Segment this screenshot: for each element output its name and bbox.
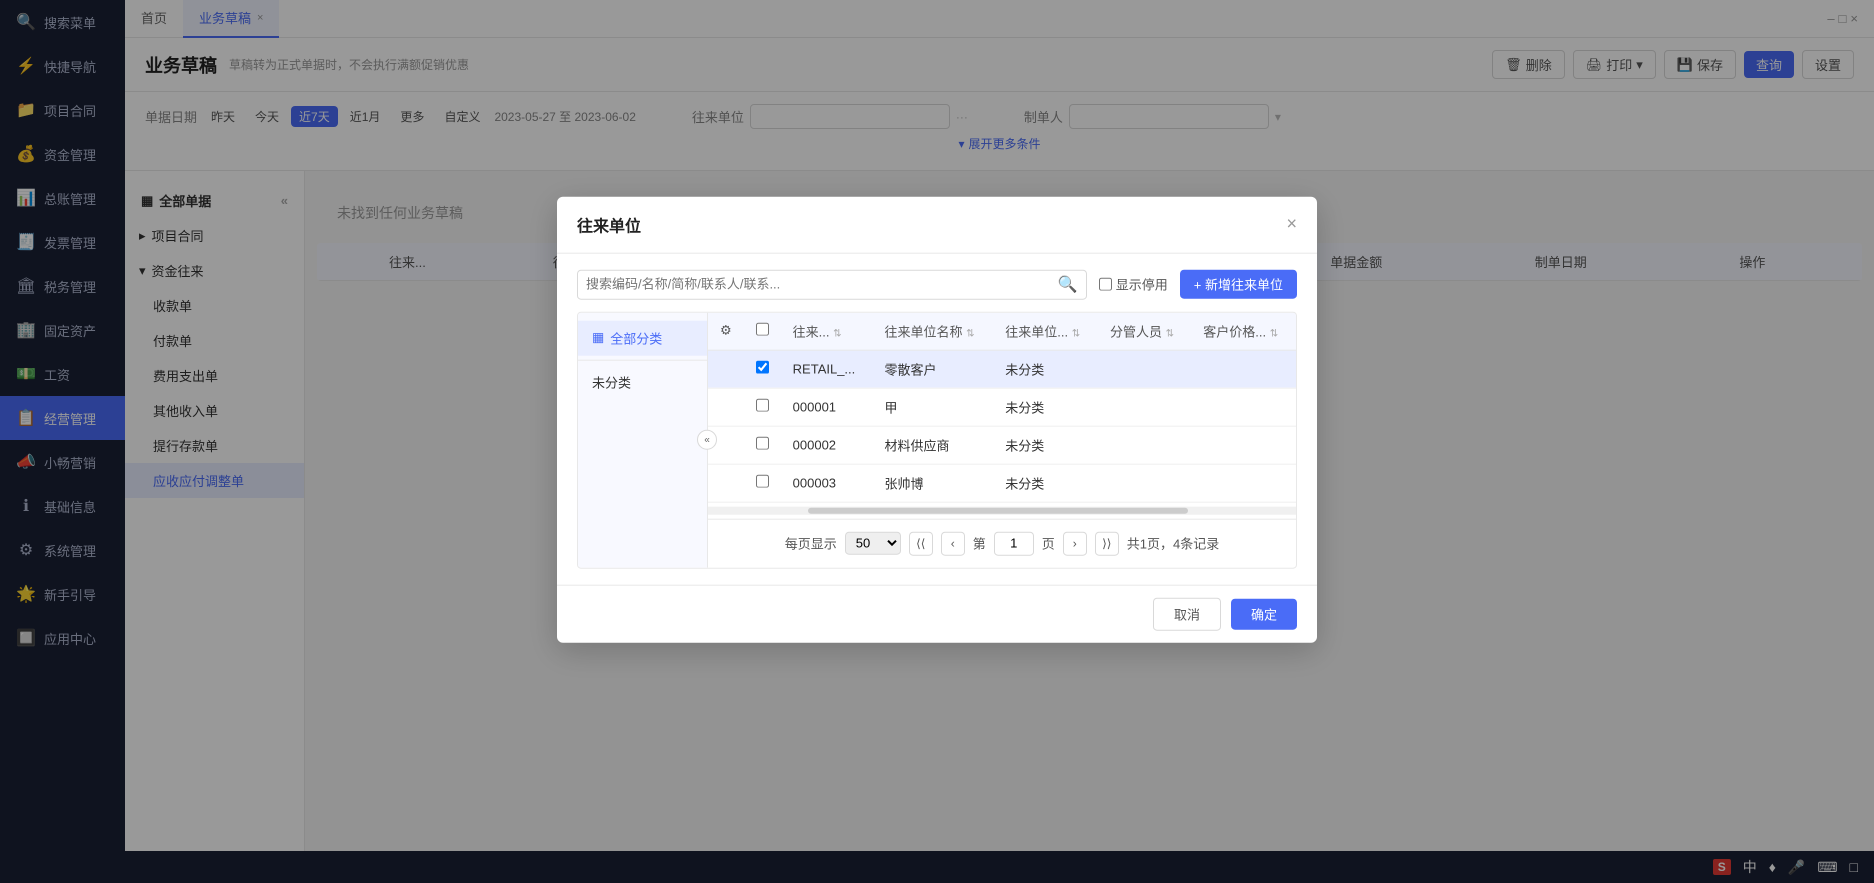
col-price: 客户价格... ⇅: [1191, 312, 1296, 350]
cell-category: 未分类: [993, 464, 1098, 502]
cell-price: [1191, 350, 1296, 388]
cell-category: 未分类: [993, 426, 1098, 464]
page-label: 第: [973, 534, 986, 553]
cell-price: [1191, 426, 1296, 464]
table-row[interactable]: 000002 材料供应商 未分类: [708, 426, 1296, 464]
modal-content-area: ▦ 全部分类 未分类 « ⚙ 往来... ⇅ 往: [577, 311, 1297, 568]
per-page-select[interactable]: 50 100: [845, 532, 901, 555]
modal-title: 往来单位: [577, 212, 641, 236]
cell-code: 000001: [781, 388, 873, 426]
category-all[interactable]: ▦ 全部分类: [578, 320, 707, 355]
scrollbar-thumb: [808, 507, 1188, 513]
table-row[interactable]: RETAIL_... 零散客户 未分类: [708, 350, 1296, 388]
search-icon: 🔍: [1058, 274, 1078, 294]
col-name: 往来单位名称 ⇅: [872, 312, 993, 350]
add-partner-button[interactable]: + 新增往来单位: [1180, 270, 1297, 299]
cell-name: 甲: [872, 388, 993, 426]
next-page-button[interactable]: ›: [1063, 531, 1087, 555]
cell-code: RETAIL_...: [781, 350, 873, 388]
cell-name: 零散客户: [872, 350, 993, 388]
cell-name: 材料供应商: [872, 426, 993, 464]
category-panel: ▦ 全部分类 未分类 «: [578, 312, 708, 567]
show-disabled-checkbox[interactable]: [1099, 278, 1112, 291]
pagination: 每页显示 50 100 ⟨⟨ ‹ 第 页 › ⟩⟩ 共1页，4条记录: [708, 518, 1296, 567]
col-code: 往来... ⇅: [781, 312, 873, 350]
cell-manager: [1098, 426, 1191, 464]
collapse-category-button[interactable]: «: [697, 430, 717, 450]
modal-body: 🔍 显示停用 + 新增往来单位 ▦ 全部分类 未分类 «: [557, 253, 1317, 584]
modal-footer: 取消 确定: [557, 584, 1317, 642]
search-input[interactable]: [586, 277, 1052, 292]
cell-code: 000002: [781, 426, 873, 464]
category-uncategorized[interactable]: 未分类: [578, 364, 707, 399]
col-category: 往来单位... ⇅: [993, 312, 1098, 350]
counterparty-modal: 往来单位 × 🔍 显示停用 + 新增往来单位 ▦ 全部分类: [557, 196, 1317, 642]
modal-toolbar: 🔍 显示停用 + 新增往来单位: [577, 269, 1297, 299]
total-records: 共1页，4条记录: [1127, 534, 1219, 553]
cell-code: 000003: [781, 464, 873, 502]
confirm-button[interactable]: 确定: [1231, 598, 1297, 629]
select-all-checkbox[interactable]: [756, 323, 769, 336]
per-page-label: 每页显示: [785, 534, 837, 553]
search-box: 🔍: [577, 269, 1087, 299]
modal-close-button[interactable]: ×: [1286, 214, 1297, 235]
cell-manager: [1098, 464, 1191, 502]
col-manager: 分管人员 ⇅: [1098, 312, 1191, 350]
row-checkbox[interactable]: [756, 361, 769, 374]
show-disabled-toggle[interactable]: 显示停用: [1099, 275, 1168, 294]
table-row[interactable]: 000001 甲 未分类: [708, 388, 1296, 426]
cell-name: 张帅博: [872, 464, 993, 502]
page-number-input[interactable]: [994, 531, 1034, 555]
table-row[interactable]: 000003 张帅博 未分类: [708, 464, 1296, 502]
cell-price: [1191, 388, 1296, 426]
last-page-button[interactable]: ⟩⟩: [1095, 531, 1119, 555]
first-page-button[interactable]: ⟨⟨: [909, 531, 933, 555]
grid-icon: ▦: [592, 330, 604, 346]
row-checkbox[interactable]: [756, 399, 769, 412]
cell-manager: [1098, 388, 1191, 426]
modal-header: 往来单位 ×: [557, 196, 1317, 253]
partner-table: ⚙ 往来... ⇅ 往来单位名称 ⇅ 往来单位... ⇅ 分管人员 ⇅ 客户价格…: [708, 312, 1296, 567]
row-checkbox[interactable]: [756, 475, 769, 488]
cell-price: [1191, 464, 1296, 502]
settings-icon[interactable]: ⚙: [720, 323, 732, 338]
row-checkbox[interactable]: [756, 437, 769, 450]
cell-category: 未分类: [993, 350, 1098, 388]
prev-page-button[interactable]: ‹: [941, 531, 965, 555]
page-unit: 页: [1042, 534, 1055, 553]
cancel-button[interactable]: 取消: [1153, 597, 1221, 630]
cell-category: 未分类: [993, 388, 1098, 426]
cell-manager: [1098, 350, 1191, 388]
table-scrollbar[interactable]: [708, 506, 1296, 514]
